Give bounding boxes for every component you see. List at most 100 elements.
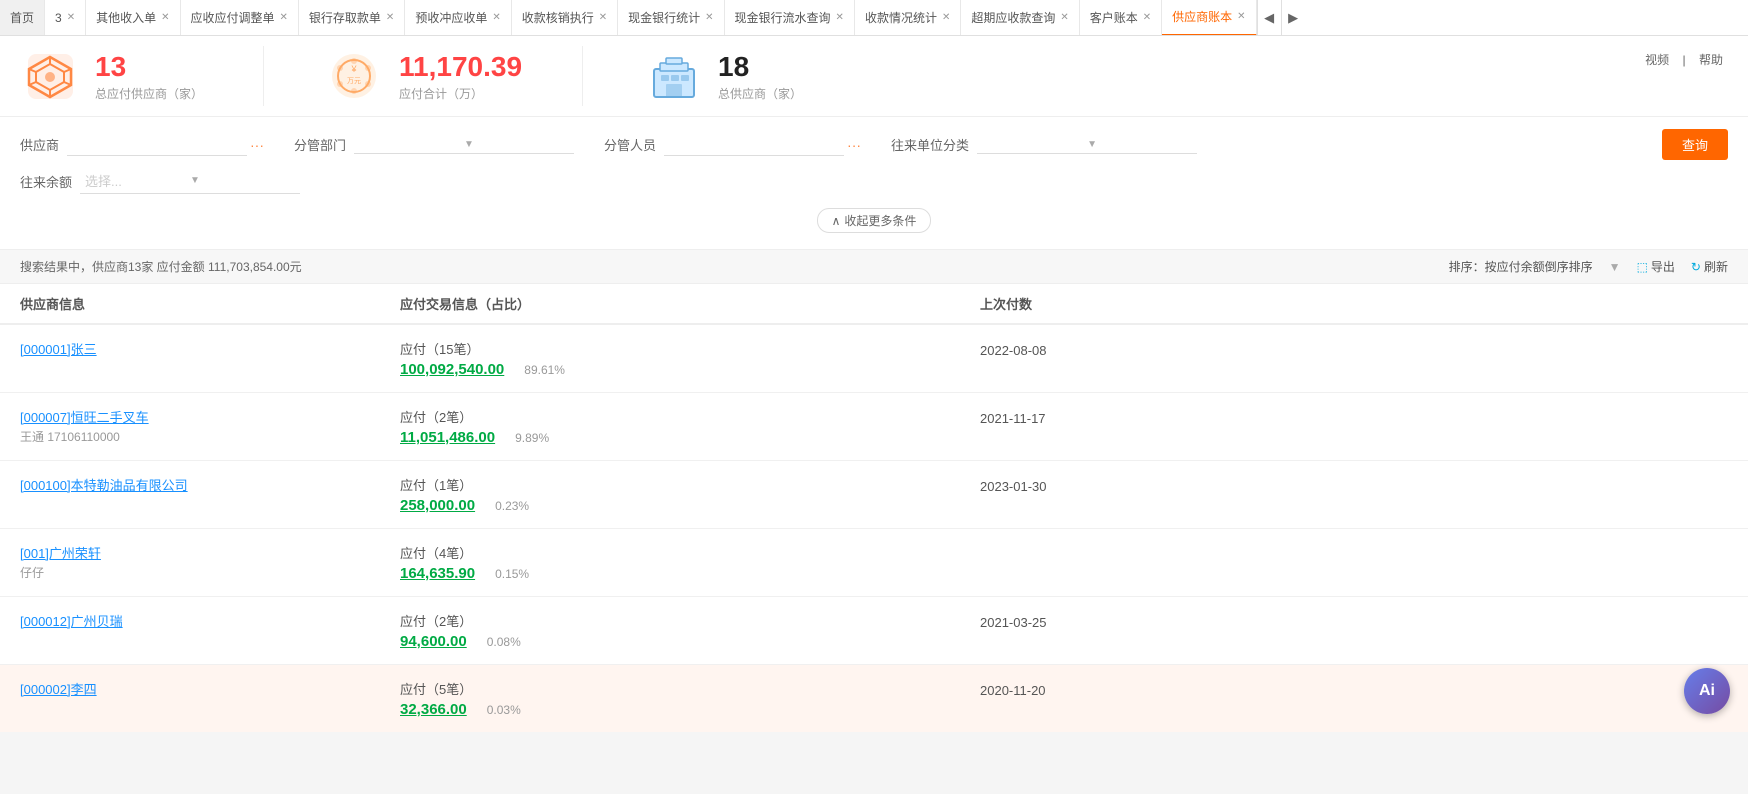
close-icon[interactable]: ✕ [280,12,288,23]
nav-customer-ledger[interactable]: 客户账本 ✕ [1080,0,1162,36]
data-table: 供应商信息 应付交易信息（占比） 上次付数 [000001]张三 应付（15笔）… [0,284,1748,732]
close-icon[interactable]: ✕ [836,12,844,23]
supplier-link[interactable]: [000012]广州贝瑞 [20,614,123,629]
ai-badge[interactable]: Ai [1684,668,1730,714]
nav-home[interactable]: 首页 [0,0,45,36]
supplier-input[interactable] [67,134,247,156]
results-summary: 搜索结果中，供应商13家 应付金额 111,703,854.00元 [20,258,302,275]
category-dropdown-icon: ▼ [1087,139,1192,150]
export-label: 导出 [1651,258,1675,275]
nav-supplier-ledger[interactable]: 供应商账本 ✕ [1162,0,1256,36]
payable-col: 应付（4笔） 164,635.90 0.15% [400,543,980,582]
supplier-col: [000007]恒旺二手叉车 王通 17106110000 [20,407,400,445]
payable-info: 应付（1笔） 258,000.00 0.23% [400,475,980,514]
nav-ar-ap-adjust[interactable]: 应收应付调整单 ✕ [181,0,299,36]
last-pay-date: 2022-08-08 [980,339,1728,358]
payable-suppliers-icon [20,46,80,106]
table-body: [000001]张三 应付（15笔） 100,092,540.00 89.61%… [0,325,1748,732]
supplier-link[interactable]: [000100]本特勒油品有限公司 [20,478,188,493]
query-button[interactable]: 查询 [1662,129,1728,160]
nav-receipt-exec[interactable]: 收款核销执行 ✕ [512,0,618,36]
video-link[interactable]: 视频 [1645,53,1669,67]
close-icon[interactable]: ✕ [942,12,950,23]
nav-next-arrow[interactable]: ▶ [1281,0,1305,36]
close-icon[interactable]: ✕ [1237,11,1245,22]
payable-amount[interactable]: 32,366.00 [400,701,467,718]
close-icon[interactable]: ✕ [599,12,607,23]
nav-cash-bank-flow[interactable]: 现金银行流水查询 ✕ [725,0,855,36]
stat-block-payable-suppliers: 13 总应付供应商（家） [20,46,203,106]
payable-desc: 应付（15笔） [400,339,980,358]
nav-prev-arrow[interactable]: ◀ [1257,0,1281,36]
table-row: [000001]张三 应付（15笔） 100,092,540.00 89.61%… [0,325,1748,393]
close-icon[interactable]: ✕ [705,12,713,23]
payable-col: 应付（2笔） 94,600.00 0.08% [400,611,980,650]
payable-amount[interactable]: 94,600.00 [400,633,467,650]
close-icon[interactable]: ✕ [386,12,394,23]
collapse-up-icon: ∧ [832,214,841,228]
balance-select[interactable]: 选择... ▼ [80,168,300,194]
stat-block-payable-total: ¥ 万元 11,170.39 应付合计（万） [324,46,522,106]
results-right-controls: 排序：按应付余额倒序排序 ▼ ⬚ 导出 ↻ 刷新 [1449,258,1728,275]
nav-overdue-ar[interactable]: 超期应收款查询 ✕ [961,0,1079,36]
supplier-link[interactable]: [000002]李四 [20,682,97,697]
stat-payable-total-text: 11,170.39 应付合计（万） [399,51,522,102]
payable-pct: 0.03% [487,703,521,717]
nav-tab-3[interactable]: 3 ✕ [45,0,86,36]
last-pay-date: 2021-03-25 [980,611,1728,630]
close-icon[interactable]: ✕ [161,12,169,23]
person-input[interactable] [664,134,844,156]
supplier-link[interactable]: [000007]恒旺二手叉车 [20,410,149,425]
filter-dept: 分管部门 ▼ [294,135,574,154]
close-icon[interactable]: ✕ [67,12,75,23]
col-header-lastpay: 上次付数 [980,294,1728,313]
close-icon[interactable]: ✕ [1060,12,1068,23]
lastpay-col: 2021-11-17 [980,407,1728,426]
stats-divider-1 [263,46,264,106]
supplier-sub: 王通 17106110000 [20,428,400,445]
nav-bank-deposit[interactable]: 银行存取款单 ✕ [299,0,405,36]
collapse-button[interactable]: ∧ 收起更多条件 [817,208,932,233]
svg-text:¥: ¥ [350,64,357,74]
supplier-col: [000001]张三 [20,339,400,358]
close-icon[interactable]: ✕ [492,12,500,23]
payable-col: 应付（2笔） 11,051,486.00 9.89% [400,407,980,446]
nav-receipt-stat[interactable]: 收款情况统计 ✕ [855,0,961,36]
payable-pct: 0.08% [487,635,521,649]
dept-label: 分管部门 [294,135,346,154]
nav-prepay-offset[interactable]: 预收冲应收单 ✕ [405,0,511,36]
payable-col: 应付（15笔） 100,092,540.00 89.61% [400,339,980,378]
close-icon[interactable]: ✕ [1143,12,1151,23]
table-header: 供应商信息 应付交易信息（占比） 上次付数 [0,284,1748,325]
filter-area: 供应商 ··· 分管部门 ▼ 分管人员 ··· 往来单位分类 ▼ 查询 往来 [0,117,1748,250]
dept-select[interactable]: ▼ [354,136,574,154]
payable-row: 32,366.00 0.03% [400,701,980,718]
payable-col: 应付（1笔） 258,000.00 0.23% [400,475,980,514]
supplier-label: 供应商 [20,135,59,154]
nav-other-income[interactable]: 其他收入单 ✕ [86,0,180,36]
payable-pct: 0.15% [495,567,529,581]
person-ellipsis-icon[interactable]: ··· [847,137,861,153]
payable-pct: 89.61% [524,363,565,377]
supplier-link[interactable]: [001]广州荣轩 [20,546,101,561]
nav-cash-bank-stat[interactable]: 现金银行统计 ✕ [618,0,724,36]
export-button[interactable]: ⬚ 导出 [1637,258,1675,275]
supplier-link[interactable]: [000001]张三 [20,342,97,357]
supplier-ellipsis-icon[interactable]: ··· [250,137,264,153]
collapse-button-container: ∧ 收起更多条件 [20,202,1728,239]
stat-total-suppliers-label: 总供应商（家） [718,85,802,102]
supplier-col: [000100]本特勒油品有限公司 [20,475,400,494]
col-header-supplier: 供应商信息 [20,294,400,313]
payable-amount[interactable]: 11,051,486.00 [400,429,495,446]
sort-label[interactable]: 排序：按应付余额倒序排序 [1449,258,1593,275]
total-suppliers-icon [643,46,703,106]
payable-amount[interactable]: 164,635.90 [400,565,475,582]
payable-desc: 应付（2笔） [400,611,980,630]
stat-payable-total-label: 应付合计（万） [399,85,522,102]
help-link[interactable]: 帮助 [1699,53,1723,67]
payable-amount[interactable]: 100,092,540.00 [400,361,504,378]
refresh-button[interactable]: ↻ 刷新 [1691,258,1728,275]
category-select[interactable]: ▼ [977,136,1197,154]
payable-amount[interactable]: 258,000.00 [400,497,475,514]
svg-text:万元: 万元 [347,77,361,85]
